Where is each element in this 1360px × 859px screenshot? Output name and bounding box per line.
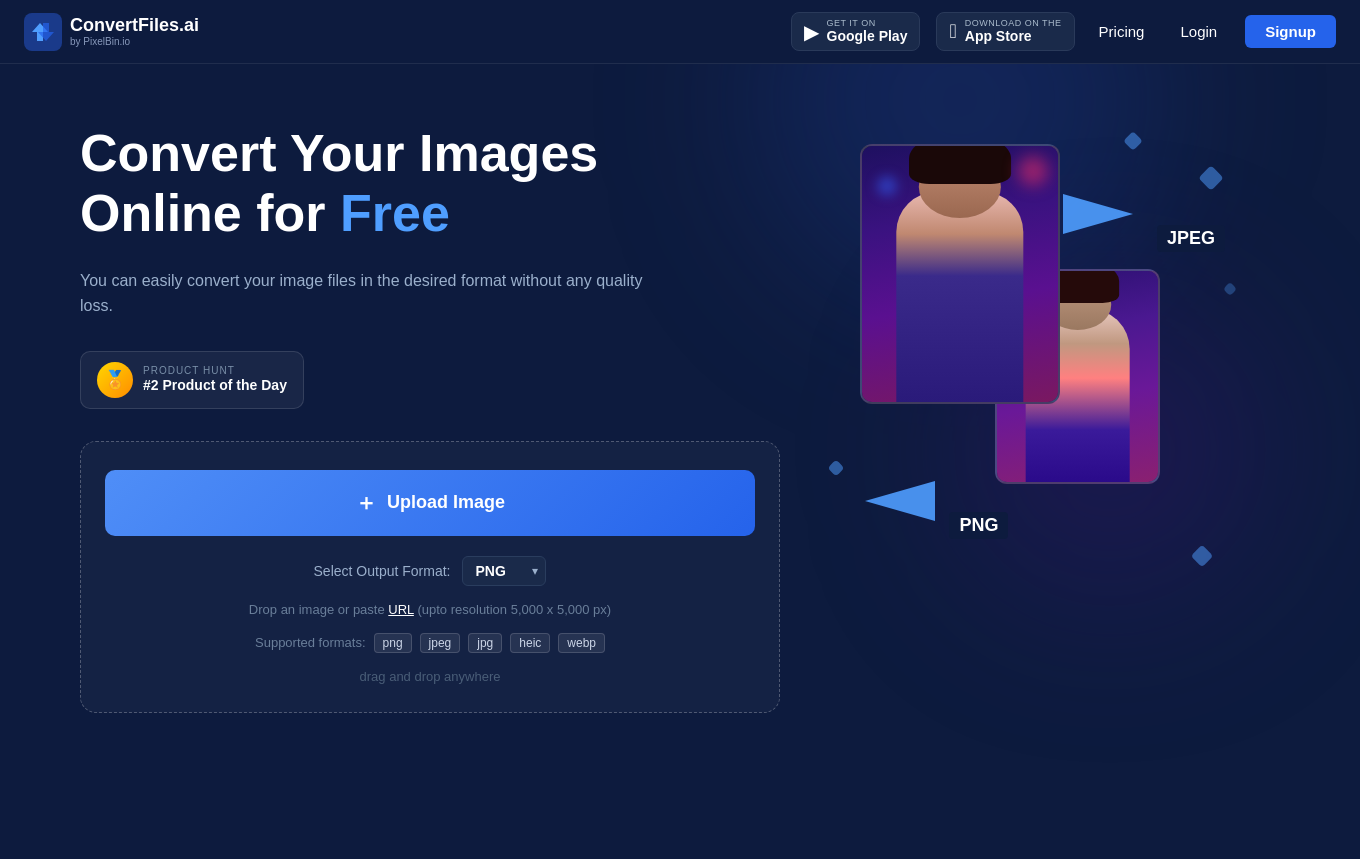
app-store-text: Download on the App Store — [965, 19, 1062, 44]
logo-area: ConvertFiles.ai by PixelBin.io — [24, 13, 199, 51]
jpeg-label: JPEG — [1157, 225, 1225, 252]
decorative-shape-3 — [828, 460, 845, 477]
product-hunt-medal-icon: 🏅 — [97, 362, 133, 398]
format-select-wrapper: PNG JPEG JPG WEBP HEIC — [462, 556, 546, 586]
main-content: Convert Your Images Online for Free You … — [0, 64, 1360, 753]
jpeg-arrow-icon — [1053, 184, 1153, 244]
google-play-text: GET IT ON Google Play — [827, 19, 908, 44]
logo-text: ConvertFiles.ai by PixelBin.io — [70, 16, 199, 47]
drop-info: Drop an image or paste URL (upto resolut… — [105, 602, 755, 617]
product-hunt-badge: 🏅 PRODUCT HUNT #2 Product of the Day — [80, 351, 304, 409]
decorative-shape-4 — [1191, 545, 1214, 568]
headline-accent: Free — [340, 184, 450, 242]
headline-line1: Convert Your Images — [80, 124, 598, 182]
png-label: PNG — [949, 512, 1008, 539]
hero-image-card-main — [860, 144, 1060, 404]
headline-line2-prefix: Online for — [80, 184, 340, 242]
drop-text-suffix: (upto resolution 5,000 x 5,000 px) — [414, 602, 611, 617]
supported-formats-label: Supported formats: — [255, 635, 366, 650]
plus-icon: ＋ — [355, 488, 377, 518]
upload-button[interactable]: ＋ Upload Image — [105, 470, 755, 536]
format-tag-webp: webp — [558, 633, 605, 653]
signup-button[interactable]: Signup — [1245, 15, 1336, 48]
logo-subtitle: by PixelBin.io — [70, 36, 199, 47]
left-panel: Convert Your Images Online for Free You … — [80, 124, 780, 713]
drag-drop-text: drag and drop anywhere — [105, 669, 755, 684]
login-button[interactable]: Login — [1168, 15, 1229, 48]
decorative-shape-5 — [1223, 282, 1237, 296]
google-play-name: Google Play — [827, 29, 908, 44]
jpeg-arrow-area: JPEG — [1053, 184, 1225, 252]
format-select-label: Select Output Format: — [314, 563, 451, 579]
app-store-button[interactable]:  Download on the App Store — [936, 12, 1074, 51]
supported-formats: Supported formats: png jpeg jpg heic web… — [105, 633, 755, 653]
hero-visual: JPEG PNG — [820, 124, 1240, 624]
upload-button-label: Upload Image — [387, 492, 505, 513]
upload-card: ＋ Upload Image Select Output Format: PNG… — [80, 441, 780, 713]
png-arrow-icon — [845, 471, 945, 531]
format-tag-heic: heic — [510, 633, 550, 653]
google-play-icon: ▶ — [804, 20, 819, 44]
headline: Convert Your Images Online for Free — [80, 124, 780, 244]
png-arrow-area: PNG — [845, 471, 1008, 539]
navbar: ConvertFiles.ai by PixelBin.io ▶ GET IT … — [0, 0, 1360, 64]
url-link[interactable]: URL — [388, 602, 414, 617]
decorative-shape-1 — [1123, 131, 1143, 151]
format-row: Select Output Format: PNG JPEG JPG WEBP … — [105, 556, 755, 586]
navbar-right: ▶ GET IT ON Google Play  Download on th… — [791, 12, 1336, 51]
svg-marker-2 — [865, 481, 935, 521]
right-panel: JPEG PNG — [820, 124, 1240, 624]
format-tag-jpeg: jpeg — [420, 633, 461, 653]
app-store-name: App Store — [965, 29, 1062, 44]
logo-title: ConvertFiles.ai — [70, 16, 199, 36]
logo-icon — [24, 13, 62, 51]
product-hunt-text: PRODUCT HUNT #2 Product of the Day — [143, 365, 287, 394]
format-tag-png: png — [374, 633, 412, 653]
drop-text-prefix: Drop an image or paste — [249, 602, 388, 617]
format-tag-jpg: jpg — [468, 633, 502, 653]
hero-image-figure-main — [862, 146, 1058, 402]
product-hunt-value: #2 Product of the Day — [143, 377, 287, 394]
google-play-button[interactable]: ▶ GET IT ON Google Play — [791, 12, 921, 51]
product-hunt-label: PRODUCT HUNT — [143, 365, 287, 377]
hero-subtext: You can easily convert your image files … — [80, 268, 660, 319]
apple-icon:  — [949, 20, 956, 43]
format-select[interactable]: PNG JPEG JPG WEBP HEIC — [462, 556, 546, 586]
pricing-link[interactable]: Pricing — [1091, 23, 1153, 40]
svg-marker-1 — [1063, 194, 1133, 234]
